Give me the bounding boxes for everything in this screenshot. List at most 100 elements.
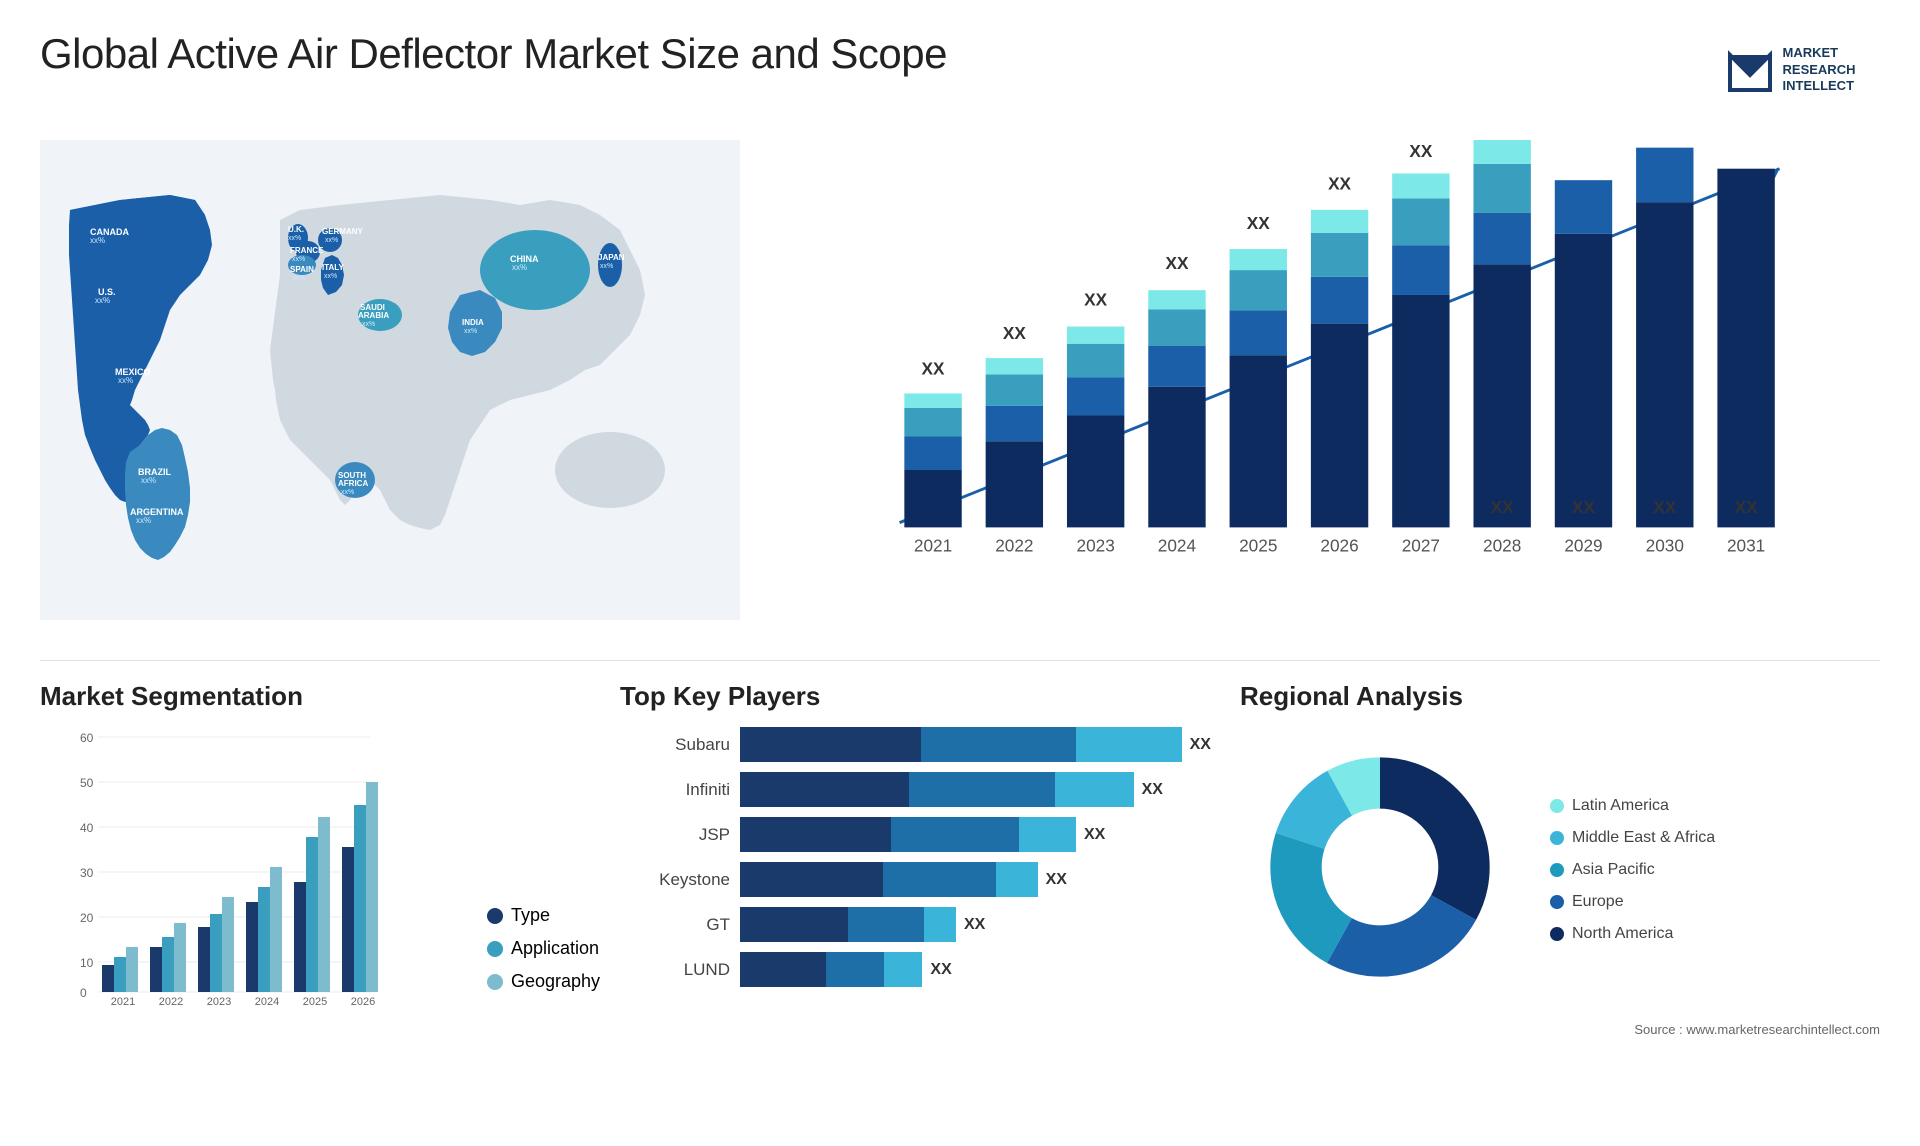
svg-text:XX: XX — [1491, 497, 1514, 517]
reg-dot-asia-pacific — [1550, 863, 1564, 877]
svg-text:SPAIN: SPAIN — [290, 265, 314, 274]
bottom-section: Market Segmentation 60 50 40 30 20 10 0 — [40, 681, 1880, 1037]
svg-text:ITALY: ITALY — [322, 263, 344, 272]
player-name-lund: LUND — [620, 960, 730, 980]
svg-text:xx%: xx% — [362, 321, 375, 328]
player-bar-gt: XX — [740, 907, 1220, 942]
reg-legend-north-america: North America — [1550, 925, 1715, 943]
svg-text:XX: XX — [1653, 497, 1676, 517]
player-val-jsp: XX — [1084, 826, 1105, 844]
svg-text:xx%: xx% — [292, 275, 305, 282]
reg-legend-europe: Europe — [1550, 893, 1715, 911]
bar-chart-container: XX XX XX XX — [760, 130, 1880, 630]
reg-legend-asia-pacific: Asia Pacific — [1550, 861, 1715, 879]
svg-text:2023: 2023 — [1077, 535, 1115, 555]
legend-dot-application — [487, 941, 503, 957]
svg-text:20: 20 — [80, 911, 94, 925]
legend-label-geography: Geography — [511, 971, 600, 992]
svg-text:50: 50 — [80, 776, 94, 790]
player-bar-keystone: XX — [740, 862, 1220, 897]
svg-text:ARABIA: ARABIA — [358, 311, 389, 320]
logo-area: MARKET RESEARCH INTELLECT — [1700, 30, 1880, 110]
regional-content: Latin America Middle East & Africa Asia … — [1240, 727, 1880, 1012]
svg-text:XX: XX — [1247, 213, 1270, 233]
player-bar-infiniti: XX — [740, 772, 1220, 807]
reg-dot-latin-america — [1550, 799, 1564, 813]
svg-text:60: 60 — [80, 731, 94, 745]
svg-text:xx%: xx% — [464, 328, 477, 335]
logo-text: MARKET RESEARCH INTELLECT — [1783, 45, 1856, 96]
reg-label-asia-pacific: Asia Pacific — [1572, 861, 1655, 879]
segmentation-legend: Type Application Geography — [487, 905, 600, 1012]
player-bar-lund: XX — [740, 952, 1220, 987]
svg-text:xx%: xx% — [341, 489, 354, 496]
world-map-svg: CANADA xx% U.S. xx% MEXICO xx% BRAZIL xx… — [40, 130, 740, 630]
svg-text:GERMANY: GERMANY — [322, 227, 364, 236]
bar-chart-svg: XX XX XX XX — [800, 140, 1860, 580]
svg-text:INDIA: INDIA — [462, 318, 484, 327]
player-row-subaru: Subaru XX — [620, 727, 1220, 762]
svg-text:FRANCE: FRANCE — [290, 246, 324, 255]
svg-text:2025: 2025 — [303, 996, 327, 1007]
svg-text:2023: 2023 — [207, 996, 231, 1007]
svg-text:2024: 2024 — [1158, 535, 1197, 555]
players-title: Top Key Players — [620, 681, 1220, 712]
svg-text:XX: XX — [1735, 497, 1758, 517]
player-val-lund: XX — [930, 961, 951, 979]
svg-text:0: 0 — [80, 986, 87, 1000]
svg-text:xx%: xx% — [288, 235, 301, 242]
legend-dot-type — [487, 908, 503, 924]
svg-text:XX: XX — [1328, 174, 1351, 194]
svg-text:XX: XX — [1003, 323, 1026, 343]
player-val-keystone: XX — [1046, 871, 1067, 889]
svg-text:2022: 2022 — [995, 535, 1033, 555]
page-container: Global Active Air Deflector Market Size … — [0, 0, 1920, 1146]
svg-text:2024: 2024 — [255, 996, 279, 1007]
reg-dot-mea — [1550, 831, 1564, 845]
svg-text:2027: 2027 — [1402, 535, 1440, 555]
svg-text:JAPAN: JAPAN — [598, 253, 625, 262]
svg-text:XX: XX — [922, 358, 945, 378]
svg-text:xx%: xx% — [95, 296, 110, 305]
source-text: Source : www.marketresearchintellect.com — [1240, 1022, 1880, 1037]
reg-dot-europe — [1550, 895, 1564, 909]
reg-dot-north-america — [1550, 927, 1564, 941]
segmentation-chart: 60 50 40 30 20 10 0 — [40, 727, 467, 1012]
svg-text:xx%: xx% — [324, 273, 337, 280]
players-list: Subaru XX Infiniti — [620, 727, 1220, 987]
seg-chart-svg: 60 50 40 30 20 10 0 — [40, 727, 400, 1007]
player-name-keystone: Keystone — [620, 870, 730, 890]
reg-label-latin-america: Latin America — [1572, 797, 1669, 815]
svg-text:XX: XX — [1084, 289, 1107, 309]
svg-text:AFRICA: AFRICA — [338, 479, 368, 488]
svg-text:30: 30 — [80, 866, 94, 880]
svg-text:2030: 2030 — [1646, 535, 1684, 555]
legend-item-application: Application — [487, 938, 600, 959]
svg-text:2021: 2021 — [914, 535, 952, 555]
svg-text:xx%: xx% — [118, 376, 133, 385]
map-container: CANADA xx% U.S. xx% MEXICO xx% BRAZIL xx… — [40, 130, 740, 630]
legend-item-type: Type — [487, 905, 600, 926]
donut-svg — [1240, 727, 1520, 1007]
svg-text:xx%: xx% — [600, 263, 613, 270]
regional-title: Regional Analysis — [1240, 681, 1880, 712]
section-divider — [40, 660, 1880, 661]
logo-icon — [1725, 45, 1775, 95]
svg-text:xx%: xx% — [325, 237, 338, 244]
reg-label-europe: Europe — [1572, 893, 1624, 911]
svg-text:2026: 2026 — [351, 996, 375, 1007]
reg-legend-mea: Middle East & Africa — [1550, 829, 1715, 847]
svg-text:XX: XX — [1572, 497, 1595, 517]
svg-text:2025: 2025 — [1239, 535, 1277, 555]
svg-text:xx%: xx% — [141, 476, 156, 485]
player-name-jsp: JSP — [620, 825, 730, 845]
player-name-infiniti: Infiniti — [620, 780, 730, 800]
svg-text:2022: 2022 — [159, 996, 183, 1007]
player-row-keystone: Keystone XX — [620, 862, 1220, 897]
player-row-lund: LUND XX — [620, 952, 1220, 987]
top-section: CANADA xx% U.S. xx% MEXICO xx% BRAZIL xx… — [40, 130, 1880, 630]
regional-section: Regional Analysis — [1240, 681, 1880, 1037]
svg-text:xx%: xx% — [292, 256, 305, 263]
svg-text:10: 10 — [80, 956, 94, 970]
svg-text:40: 40 — [80, 821, 94, 835]
